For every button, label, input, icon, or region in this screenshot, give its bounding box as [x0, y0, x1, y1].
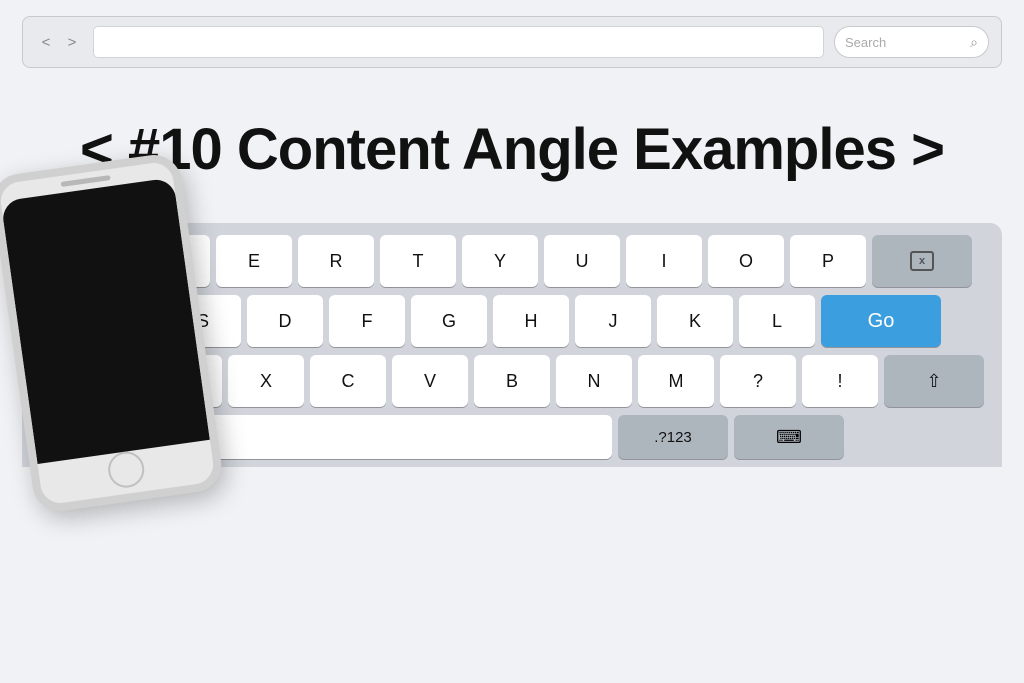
- key-go[interactable]: Go: [821, 295, 941, 347]
- search-placeholder: Search: [845, 35, 964, 50]
- key-n[interactable]: N: [556, 355, 632, 407]
- key-backspace[interactable]: x: [872, 235, 972, 287]
- key-g[interactable]: G: [411, 295, 487, 347]
- key-shift-right[interactable]: ⇧: [884, 355, 984, 407]
- key-t[interactable]: T: [380, 235, 456, 287]
- key-o[interactable]: O: [708, 235, 784, 287]
- key-k[interactable]: K: [657, 295, 733, 347]
- key-b[interactable]: B: [474, 355, 550, 407]
- key-m[interactable]: M: [638, 355, 714, 407]
- key-emoji[interactable]: ⌨: [734, 415, 844, 459]
- address-bar[interactable]: [93, 26, 824, 58]
- key-question[interactable]: ?: [720, 355, 796, 407]
- key-space[interactable]: [152, 415, 612, 459]
- key-f[interactable]: F: [329, 295, 405, 347]
- key-x[interactable]: X: [228, 355, 304, 407]
- key-e[interactable]: E: [216, 235, 292, 287]
- key-r[interactable]: R: [298, 235, 374, 287]
- nav-buttons: < >: [35, 31, 83, 53]
- keyboard-area: Q W E R T Y U I O P x A S D F G H J K: [22, 223, 1002, 467]
- key-y[interactable]: Y: [462, 235, 538, 287]
- key-d[interactable]: D: [247, 295, 323, 347]
- main-heading: < #10 Content Angle Examples >: [80, 116, 944, 183]
- key-h[interactable]: H: [493, 295, 569, 347]
- phone-screen: [1, 177, 210, 464]
- search-box[interactable]: Search ⌕: [834, 26, 989, 58]
- key-u[interactable]: U: [544, 235, 620, 287]
- key-exclaim[interactable]: !: [802, 355, 878, 407]
- key-v[interactable]: V: [392, 355, 468, 407]
- key-j[interactable]: J: [575, 295, 651, 347]
- key-c[interactable]: C: [310, 355, 386, 407]
- phone-device: [0, 151, 225, 514]
- browser-bar: < > Search ⌕: [22, 16, 1002, 68]
- search-icon: ⌕: [970, 34, 978, 51]
- back-button[interactable]: <: [35, 31, 57, 53]
- key-dotnum[interactable]: .?123: [618, 415, 728, 459]
- phone-home-button: [106, 449, 147, 490]
- key-p[interactable]: P: [790, 235, 866, 287]
- phone-speaker: [61, 175, 111, 187]
- forward-button[interactable]: >: [61, 31, 83, 53]
- key-i[interactable]: I: [626, 235, 702, 287]
- key-l[interactable]: L: [739, 295, 815, 347]
